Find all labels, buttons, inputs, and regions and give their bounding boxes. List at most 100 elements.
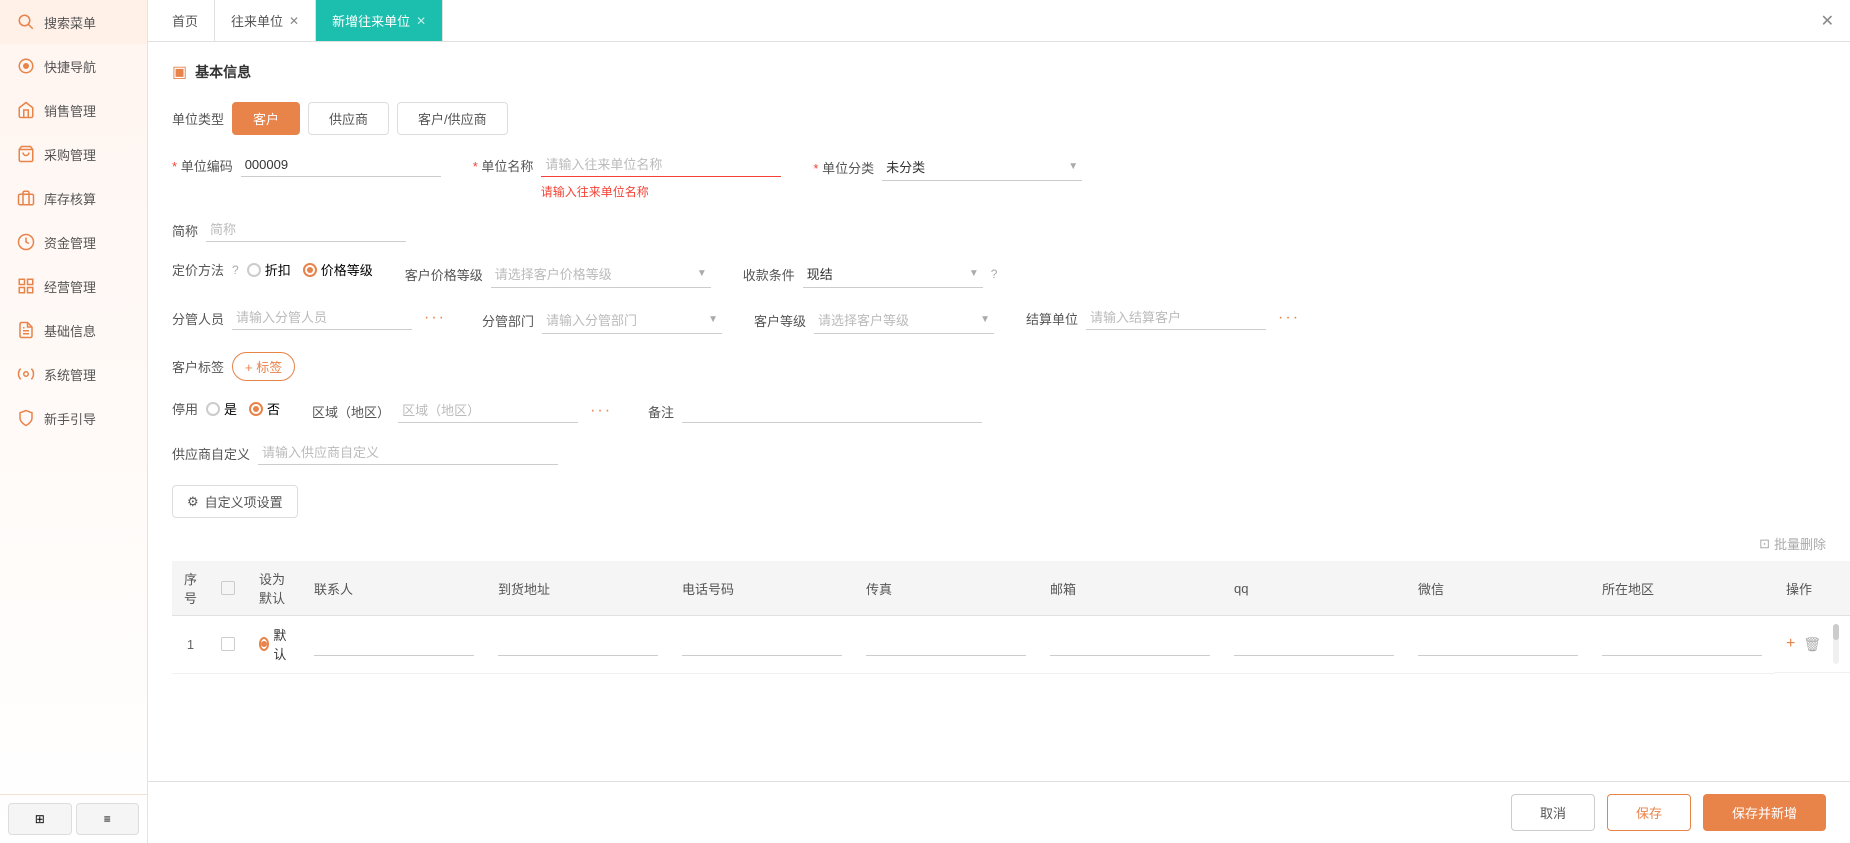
row-contact: [302, 616, 486, 674]
col-fax: 传真: [854, 561, 1038, 616]
disable-radio-no[interactable]: 否: [249, 399, 280, 418]
delete-row-button[interactable]: 🗑: [1803, 636, 1821, 653]
customer-level-chevron: ▼: [980, 314, 990, 325]
row-region: [1590, 616, 1774, 674]
sidebar-item-inventory-label: 库存核算: [44, 189, 96, 208]
row-phone-input[interactable]: [682, 632, 842, 656]
customize-settings-button[interactable]: ⚙ 自定义项设置: [172, 485, 298, 518]
unit-name-input[interactable]: [541, 153, 781, 177]
dept-label: 分管部门: [482, 311, 534, 330]
remarks-input[interactable]: [682, 399, 982, 423]
cancel-button[interactable]: 取消: [1511, 794, 1595, 831]
tab-counterparty[interactable]: 往来单位 ✕: [215, 0, 316, 41]
unit-btn-both[interactable]: 客户/供应商: [397, 102, 508, 135]
region-more-icon[interactable]: ···: [586, 402, 616, 420]
supplier-custom-group: 供应商自定义: [172, 441, 558, 465]
short-name-row: 简称: [172, 218, 1826, 242]
sidebar-item-search[interactable]: 搜索菜单: [0, 0, 147, 44]
manager-more-icon[interactable]: ···: [420, 309, 450, 327]
region-group: 区域（地区） ···: [312, 399, 616, 423]
tab-counterparty-close[interactable]: ✕: [289, 14, 299, 28]
save-new-button[interactable]: 保存并新增: [1703, 794, 1826, 831]
select-all-checkbox[interactable]: [221, 581, 235, 595]
customer-price-select[interactable]: 请选择客户价格等级 ▼: [491, 260, 711, 288]
sidebar-item-operations[interactable]: 经营管理: [0, 264, 147, 308]
unit-btn-supplier[interactable]: 供应商: [308, 102, 389, 135]
customer-level-placeholder: 请选择客户等级: [818, 310, 976, 329]
sidebar-item-finance[interactable]: 资金管理: [0, 220, 147, 264]
region-input[interactable]: [398, 399, 578, 423]
settlement-unit-more-icon[interactable]: ···: [1274, 309, 1304, 327]
add-tag-button[interactable]: + 标签: [232, 352, 295, 381]
disable-radio-yes-label: 是: [224, 399, 237, 418]
sidebar-item-sales[interactable]: 销售管理: [0, 88, 147, 132]
col-seq: 序号: [172, 561, 209, 616]
manager-input[interactable]: [232, 306, 412, 330]
add-row-button[interactable]: +: [1786, 635, 1795, 653]
settlement-unit-group: 结算单位 ···: [1026, 306, 1304, 330]
row-fax-input[interactable]: [866, 632, 1026, 656]
pricing-radio-price-level[interactable]: 价格等级: [303, 260, 373, 279]
tags-group: 客户标签 + 标签: [172, 352, 295, 381]
unit-category-select[interactable]: 未分类 ▼: [882, 153, 1082, 181]
save-button[interactable]: 保存: [1607, 794, 1691, 831]
sidebar-bottom-btn1[interactable]: ⊞: [8, 803, 72, 835]
row-email-input[interactable]: [1050, 632, 1210, 656]
sidebar-item-guide[interactable]: 新手引导: [0, 396, 147, 440]
payment-terms-help-icon[interactable]: ?: [991, 267, 998, 281]
row-address-input[interactable]: [498, 632, 658, 656]
settlement-unit-input[interactable]: [1086, 306, 1266, 330]
tab-new-counterparty[interactable]: 新增往来单位 ✕: [316, 0, 443, 41]
dept-select[interactable]: 请输入分管部门 ▼: [542, 306, 722, 334]
unit-category-group: * 单位分类 未分类 ▼: [813, 153, 1082, 181]
quick-nav-icon: [16, 56, 36, 76]
inventory-icon: [16, 188, 36, 208]
unit-code-input[interactable]: [241, 153, 441, 177]
unit-type-row: 单位类型 客户 供应商 客户/供应商: [172, 102, 1826, 135]
row-checkbox[interactable]: [221, 637, 235, 651]
row-default-cell: 默认: [247, 616, 302, 674]
unit-code-label: * 单位编码: [172, 156, 233, 175]
pricing-radio-price-level-circle: [303, 263, 317, 277]
supplier-custom-input[interactable]: [258, 441, 558, 465]
unit-name-group: * 单位名称 请输入往来单位名称: [473, 153, 782, 200]
disable-radio-yes[interactable]: 是: [206, 399, 237, 418]
contact-table: 序号 设为默认 联系人 到货地址 电话号码 传真 邮箱 qq 微信 所在地区 操…: [172, 561, 1850, 674]
tab-home[interactable]: 首页: [156, 0, 215, 41]
payment-terms-select[interactable]: 现结 ▼: [803, 260, 983, 288]
unit-type-group: 单位类型 客户 供应商 客户/供应商: [172, 102, 508, 135]
manager-group: 分管人员 ···: [172, 306, 450, 330]
row-region-input[interactable]: [1602, 632, 1762, 656]
unit-category-chevron: ▼: [1068, 161, 1078, 172]
customer-tags-label: 客户标签: [172, 357, 224, 376]
sidebar-item-quick-nav[interactable]: 快捷导航: [0, 44, 147, 88]
tab-new-counterparty-close[interactable]: ✕: [416, 14, 426, 28]
supplier-custom-label: 供应商自定义: [172, 444, 250, 463]
row-default-radio[interactable]: 默认: [259, 625, 290, 663]
col-region: 所在地区: [1590, 561, 1774, 616]
sidebar-item-purchase[interactable]: 采购管理: [0, 132, 147, 176]
col-action: 操作: [1774, 561, 1850, 616]
search-icon: [16, 12, 36, 32]
customer-level-select[interactable]: 请选择客户等级 ▼: [814, 306, 994, 334]
unit-btn-customer[interactable]: 客户: [232, 102, 300, 135]
content-area: ▣ 基本信息 单位类型 客户 供应商 客户/供应商 * 单位编码: [148, 42, 1850, 781]
pricing-help-icon[interactable]: ?: [232, 263, 239, 277]
col-qq: qq: [1222, 561, 1406, 616]
payment-terms-group: 收款条件 现结 ▼ ?: [743, 260, 998, 288]
sidebar-bottom-btn2[interactable]: ≡: [76, 803, 140, 835]
sidebar-item-search-label: 搜索菜单: [44, 13, 96, 32]
pricing-radio-discount[interactable]: 折扣: [247, 260, 291, 279]
short-name-input[interactable]: [206, 218, 406, 242]
row-contact-input[interactable]: [314, 632, 474, 656]
sidebar-item-basic[interactable]: 基础信息: [0, 308, 147, 352]
batch-delete-button[interactable]: ⊡ 批量删除: [1759, 534, 1826, 553]
row-wechat-input[interactable]: [1418, 632, 1578, 656]
row-qq-input[interactable]: [1234, 632, 1394, 656]
sidebar-item-system[interactable]: 系统管理: [0, 352, 147, 396]
row-phone: [670, 616, 854, 674]
purchase-icon: [16, 144, 36, 164]
close-all-tabs[interactable]: ✕: [1813, 7, 1842, 35]
sidebar-item-inventory[interactable]: 库存核算: [0, 176, 147, 220]
sidebar-item-basic-label: 基础信息: [44, 321, 96, 340]
